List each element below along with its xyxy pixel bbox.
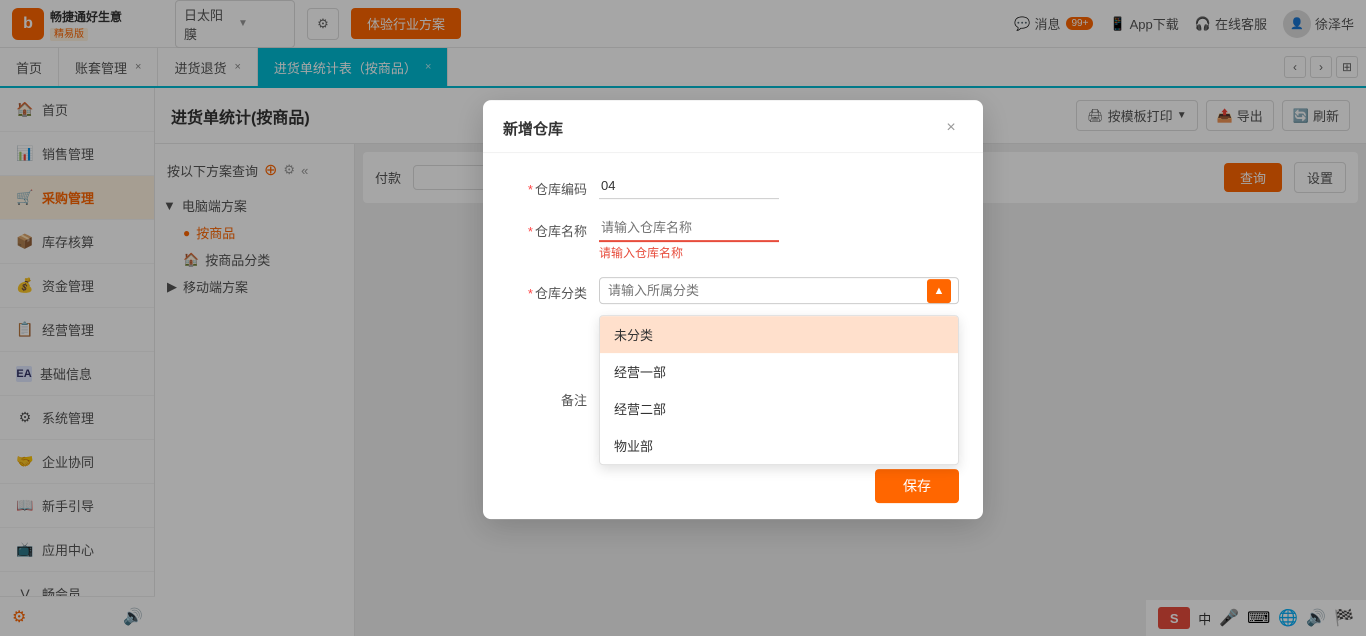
- category-toggle-button[interactable]: ▲: [927, 279, 951, 303]
- name-input-wrap: 请输入仓库名称: [599, 215, 959, 261]
- dropdown-item-dept1[interactable]: 经营一部: [600, 353, 958, 390]
- modal-close-button[interactable]: ×: [939, 116, 963, 140]
- category-label: *仓库分类: [507, 277, 587, 302]
- name-label: *仓库名称: [507, 215, 587, 240]
- dropdown-item-dept3[interactable]: 物业部: [600, 427, 958, 464]
- remark-label: 备注: [507, 384, 587, 409]
- warehouse-name-input[interactable]: [599, 215, 779, 242]
- form-row-name: *仓库名称 请输入仓库名称: [507, 215, 959, 261]
- form-row-code: *仓库编码: [507, 173, 959, 199]
- category-dropdown: 未分类 经营一部 经营二部 物业部: [599, 315, 959, 465]
- category-select-wrap: ▲ 未分类 经营一部 经营二部 物业部: [599, 277, 959, 304]
- modal-title: 新增仓库: [503, 118, 939, 139]
- modal-footer: 保存: [483, 457, 983, 519]
- new-warehouse-modal: 新增仓库 × *仓库编码 *仓库名称 请输入仓库名称 *仓库分类: [483, 100, 983, 519]
- category-input[interactable]: [599, 277, 959, 304]
- dropdown-item-uncategorized[interactable]: 未分类: [600, 316, 958, 353]
- form-row-category: *仓库分类 ▲ 未分类 经营一部 经营二部 物业部: [507, 277, 959, 304]
- dropdown-item-dept2[interactable]: 经营二部: [600, 390, 958, 427]
- name-error-msg: 请输入仓库名称: [599, 244, 959, 261]
- code-input-wrap: [599, 173, 959, 199]
- code-label: *仓库编码: [507, 173, 587, 198]
- modal-body: *仓库编码 *仓库名称 请输入仓库名称 *仓库分类 ▲: [483, 153, 983, 457]
- chevron-up-icon: ▲: [934, 285, 945, 297]
- warehouse-code-input[interactable]: [599, 173, 779, 199]
- save-button[interactable]: 保存: [875, 469, 959, 503]
- modal-header: 新增仓库 ×: [483, 100, 983, 153]
